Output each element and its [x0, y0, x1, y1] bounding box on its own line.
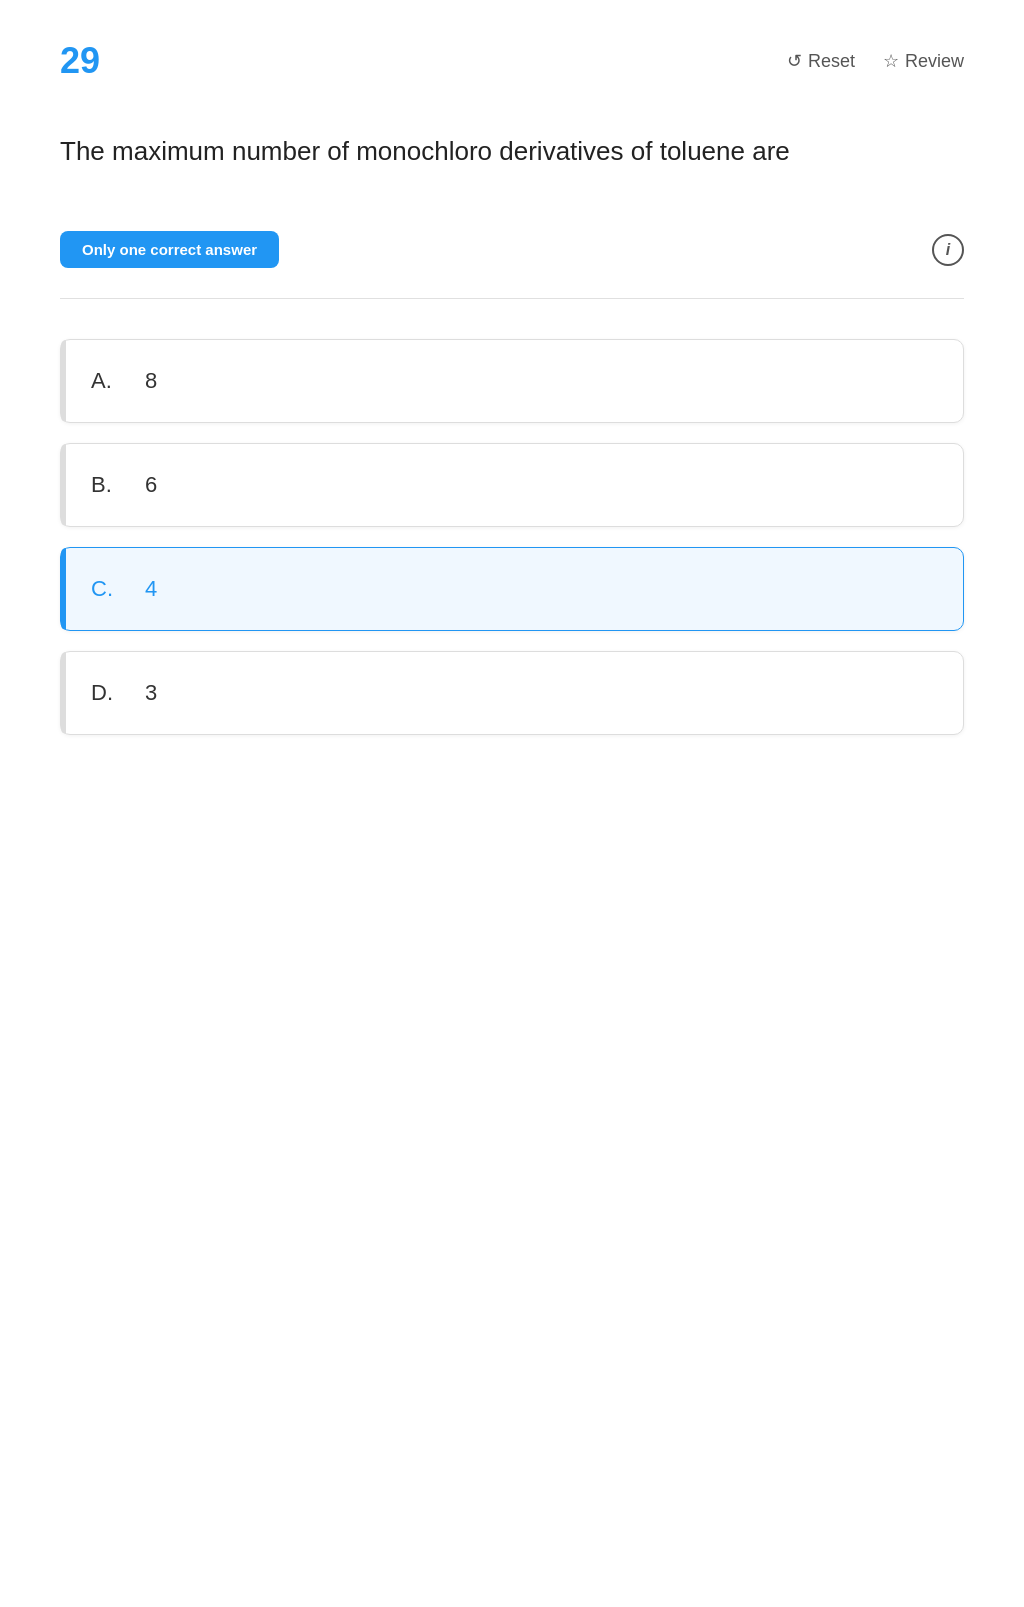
question-text: The maximum number of monochloro derivat…	[60, 132, 810, 171]
option-a[interactable]: A. 8	[60, 339, 964, 423]
reset-icon: ↺	[787, 50, 802, 72]
option-c-label: C.	[91, 576, 121, 602]
page-header: 29 ↺ Reset ☆ Review	[60, 40, 964, 82]
option-d-label: D.	[91, 680, 121, 706]
question-number: 29	[60, 40, 100, 82]
option-c[interactable]: C. 4	[60, 547, 964, 631]
option-c-value: 4	[145, 576, 157, 602]
option-b[interactable]: B. 6	[60, 443, 964, 527]
info-button[interactable]: i	[932, 234, 964, 266]
divider	[60, 298, 964, 299]
reset-button[interactable]: ↺ Reset	[787, 50, 855, 72]
option-d[interactable]: D. 3	[60, 651, 964, 735]
option-a-label: A.	[91, 368, 121, 394]
badge-row: Only one correct answer i	[60, 231, 964, 268]
header-actions: ↺ Reset ☆ Review	[787, 50, 964, 72]
options-list: A. 8 B. 6 C. 4 D. 3	[60, 339, 964, 735]
star-icon: ☆	[883, 50, 899, 72]
option-d-value: 3	[145, 680, 157, 706]
reset-label: Reset	[808, 51, 855, 72]
option-b-label: B.	[91, 472, 121, 498]
option-b-value: 6	[145, 472, 157, 498]
review-label: Review	[905, 51, 964, 72]
option-a-value: 8	[145, 368, 157, 394]
answer-type-badge: Only one correct answer	[60, 231, 279, 268]
review-button[interactable]: ☆ Review	[883, 50, 964, 72]
